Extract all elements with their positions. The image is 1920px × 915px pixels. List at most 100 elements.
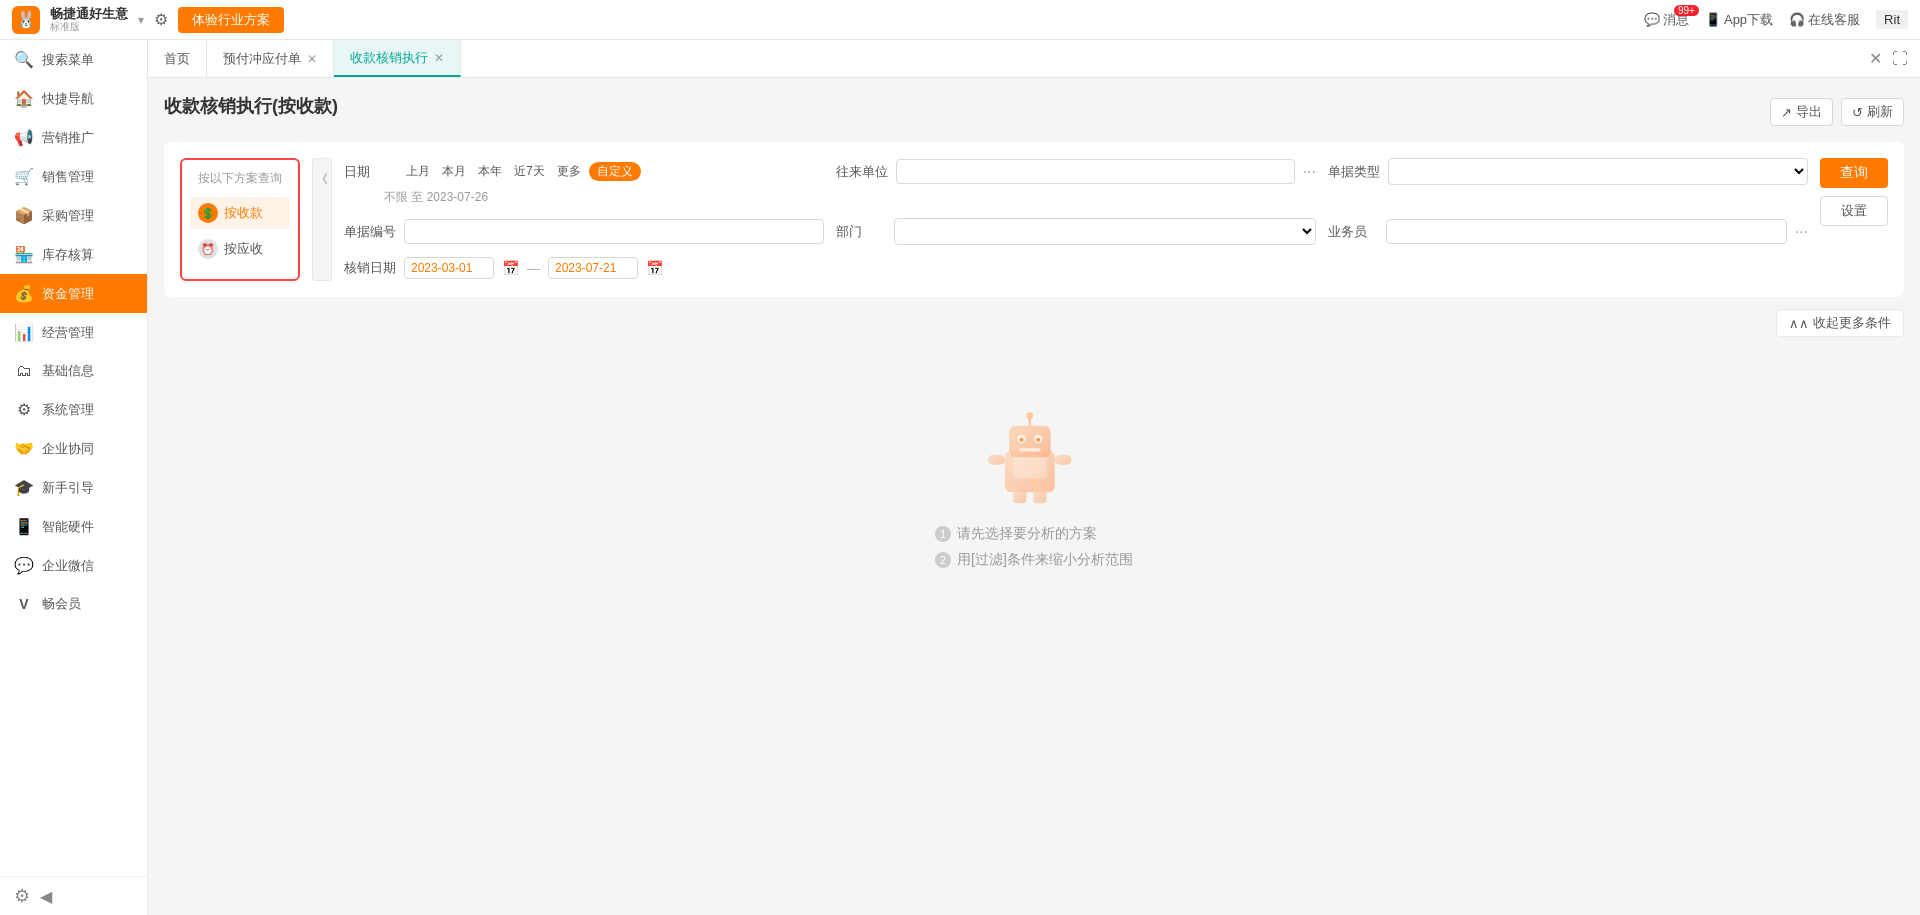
voucher-no-input[interactable] xyxy=(404,219,824,244)
topbar-gear-icon[interactable]: ⚙ xyxy=(154,10,168,29)
sidebar-item-enterprise[interactable]: 🤝 企业协同 xyxy=(0,429,147,468)
sidebar-item-label: 企业协同 xyxy=(42,440,94,458)
svg-rect-1 xyxy=(1009,426,1051,458)
sidebar-item-label: 系统管理 xyxy=(42,401,94,419)
tip-num-1: 1 xyxy=(935,526,951,542)
query-button[interactable]: 查询 xyxy=(1820,158,1888,188)
sidebar-item-quick-nav[interactable]: 🏠 快捷导航 xyxy=(0,79,147,118)
tabbar-actions: ✕ ⛶ xyxy=(1865,45,1920,72)
app-download-btn[interactable]: 📱 App下载 xyxy=(1705,11,1773,29)
verify-date-start[interactable] xyxy=(404,257,494,279)
sidebar-item-label: 营销推广 xyxy=(42,129,94,147)
date-btn-more[interactable]: 更多 xyxy=(553,162,585,181)
sidebar-item-finance[interactable]: 💰 资金管理 xyxy=(0,274,147,313)
filter-row-2: 单据编号 部门 业务员 xyxy=(344,218,1808,245)
main-layout: 🔍 搜索菜单 🏠 快捷导航 📢 营销推广 🛒 销售管理 📦 采购管理 🏪 库存核… xyxy=(0,40,1920,915)
department-select[interactable] xyxy=(894,218,1316,245)
app-logo: 🐰 xyxy=(12,6,40,34)
tab-prepay-label: 预付冲应付单 xyxy=(223,50,301,68)
filter-collapse-toggle[interactable]: 《 xyxy=(312,158,332,281)
filter-actions: 查询 设置 xyxy=(1820,158,1888,281)
member-icon: V xyxy=(14,596,34,612)
collapse-more-button[interactable]: ∧∧ 收起更多条件 xyxy=(1776,309,1904,337)
tabbar-close-btn[interactable]: ✕ xyxy=(1865,45,1886,72)
sidebar-item-marketing[interactable]: 📢 营销推广 xyxy=(0,118,147,157)
tab-prepay[interactable]: 预付冲应付单 ✕ xyxy=(207,40,334,77)
filter-option-by-receipt[interactable]: 💲 按收款 xyxy=(190,197,290,229)
service-icon: 🎧 xyxy=(1789,12,1805,27)
sidebar-item-hardware[interactable]: 📱 智能硬件 xyxy=(0,507,147,546)
partner-ellipsis[interactable]: ··· xyxy=(1303,163,1316,181)
tab-receipt-verify-label: 收款核销执行 xyxy=(350,49,428,67)
date-btn-last-month[interactable]: 上月 xyxy=(402,162,434,181)
collapse-icon: 《 xyxy=(316,171,328,188)
voucher-type-select[interactable] xyxy=(1388,158,1808,185)
tabbar-fullscreen-btn[interactable]: ⛶ xyxy=(1888,46,1912,72)
enterprise-icon: 🤝 xyxy=(14,439,34,458)
sidebar-item-guide[interactable]: 🎓 新手引导 xyxy=(0,468,147,507)
system-icon: ⚙ xyxy=(14,400,34,419)
filter-salesperson: 业务员 ··· xyxy=(1328,219,1808,244)
filter-partner: 往来单位 ··· xyxy=(836,159,1316,184)
svg-point-5 xyxy=(1036,438,1040,442)
online-service-btn[interactable]: 🎧 在线客服 xyxy=(1789,11,1860,29)
partner-input[interactable] xyxy=(896,159,1295,184)
date-label: 日期 xyxy=(344,163,394,181)
tab-prepay-close[interactable]: ✕ xyxy=(307,52,317,66)
verify-date-label: 核销日期 xyxy=(344,259,396,277)
verify-date-end[interactable] xyxy=(548,257,638,279)
export-button[interactable]: ↗ 导出 xyxy=(1770,98,1833,126)
svg-point-4 xyxy=(1019,438,1023,442)
marketing-icon: 📢 xyxy=(14,128,34,147)
sidebar-item-label: 新手引导 xyxy=(42,479,94,497)
filter-voucher-type: 单据类型 xyxy=(1328,158,1808,185)
basic-info-icon: 🗂 xyxy=(14,362,34,380)
export-icon: ↗ xyxy=(1781,105,1792,120)
sidebar-item-wechat[interactable]: 💬 企业微信 xyxy=(0,546,147,585)
verify-date-end-cal-icon[interactable]: 📅 xyxy=(646,260,663,276)
date-btn-7days[interactable]: 近7天 xyxy=(510,162,549,181)
sidebar-item-basic-info[interactable]: 🗂 基础信息 xyxy=(0,352,147,390)
message-btn[interactable]: 💬 消息 99+ xyxy=(1644,11,1689,29)
sidebar-item-system[interactable]: ⚙ 系统管理 xyxy=(0,390,147,429)
date-btn-this-year[interactable]: 本年 xyxy=(474,162,506,181)
app-name: 畅捷通好生意 xyxy=(50,6,128,22)
settings-button[interactable]: 设置 xyxy=(1820,196,1888,226)
sidebar-settings-icon[interactable]: ⚙ xyxy=(14,885,30,907)
sidebar-item-label: 库存核算 xyxy=(42,246,94,264)
refresh-button[interactable]: ↺ 刷新 xyxy=(1841,98,1904,126)
page-title: 收款核销执行(按收款) xyxy=(164,94,338,118)
filter-sidebar-title: 按以下方案查询 xyxy=(190,170,290,187)
sidebar-item-member[interactable]: V 畅会员 xyxy=(0,585,147,623)
industry-solution-button[interactable]: 体验行业方案 xyxy=(178,7,284,33)
svg-rect-6 xyxy=(1019,448,1041,451)
sidebar-item-label: 采购管理 xyxy=(42,207,94,225)
sidebar-item-purchase[interactable]: 📦 采购管理 xyxy=(0,196,147,235)
salesperson-ellipsis[interactable]: ··· xyxy=(1795,223,1808,241)
verify-date-start-cal-icon[interactable]: 📅 xyxy=(502,260,519,276)
filter-option-by-receivable[interactable]: ⏰ 按应收 xyxy=(190,233,290,265)
date-btn-custom[interactable]: 自定义 xyxy=(589,162,641,181)
guide-icon: 🎓 xyxy=(14,478,34,497)
svg-rect-13 xyxy=(1013,457,1046,478)
sidebar-bottom: ⚙ ◀ xyxy=(0,876,147,915)
tab-receipt-verify-close[interactable]: ✕ xyxy=(434,51,444,65)
filter-option-receivable-icon: ⏰ xyxy=(198,239,218,259)
date-range-hint: 不限 至 2023-07-26 xyxy=(344,189,1808,206)
department-label: 部门 xyxy=(836,223,886,241)
app-dropdown-icon[interactable]: ▾ xyxy=(138,13,144,27)
topbar-right: 💬 消息 99+ 📱 App下载 🎧 在线客服 Rit xyxy=(1644,11,1908,29)
purchase-icon: 📦 xyxy=(14,206,34,225)
date-btn-this-month[interactable]: 本月 xyxy=(438,162,470,181)
sidebar-collapse-icon[interactable]: ◀ xyxy=(40,887,52,906)
sidebar-item-sales[interactable]: 🛒 销售管理 xyxy=(0,157,147,196)
tab-home-label: 首页 xyxy=(164,50,190,68)
tab-receipt-verify[interactable]: 收款核销执行 ✕ xyxy=(334,40,461,77)
salesperson-input[interactable] xyxy=(1386,219,1787,244)
sidebar-item-label: 智能硬件 xyxy=(42,518,94,536)
tab-home[interactable]: 首页 xyxy=(148,40,207,77)
search-menu-icon: 🔍 xyxy=(14,50,34,69)
sidebar-item-operation[interactable]: 📊 经营管理 xyxy=(0,313,147,352)
sidebar-item-search-menu[interactable]: 🔍 搜索菜单 xyxy=(0,40,147,79)
sidebar-item-inventory[interactable]: 🏪 库存核算 xyxy=(0,235,147,274)
